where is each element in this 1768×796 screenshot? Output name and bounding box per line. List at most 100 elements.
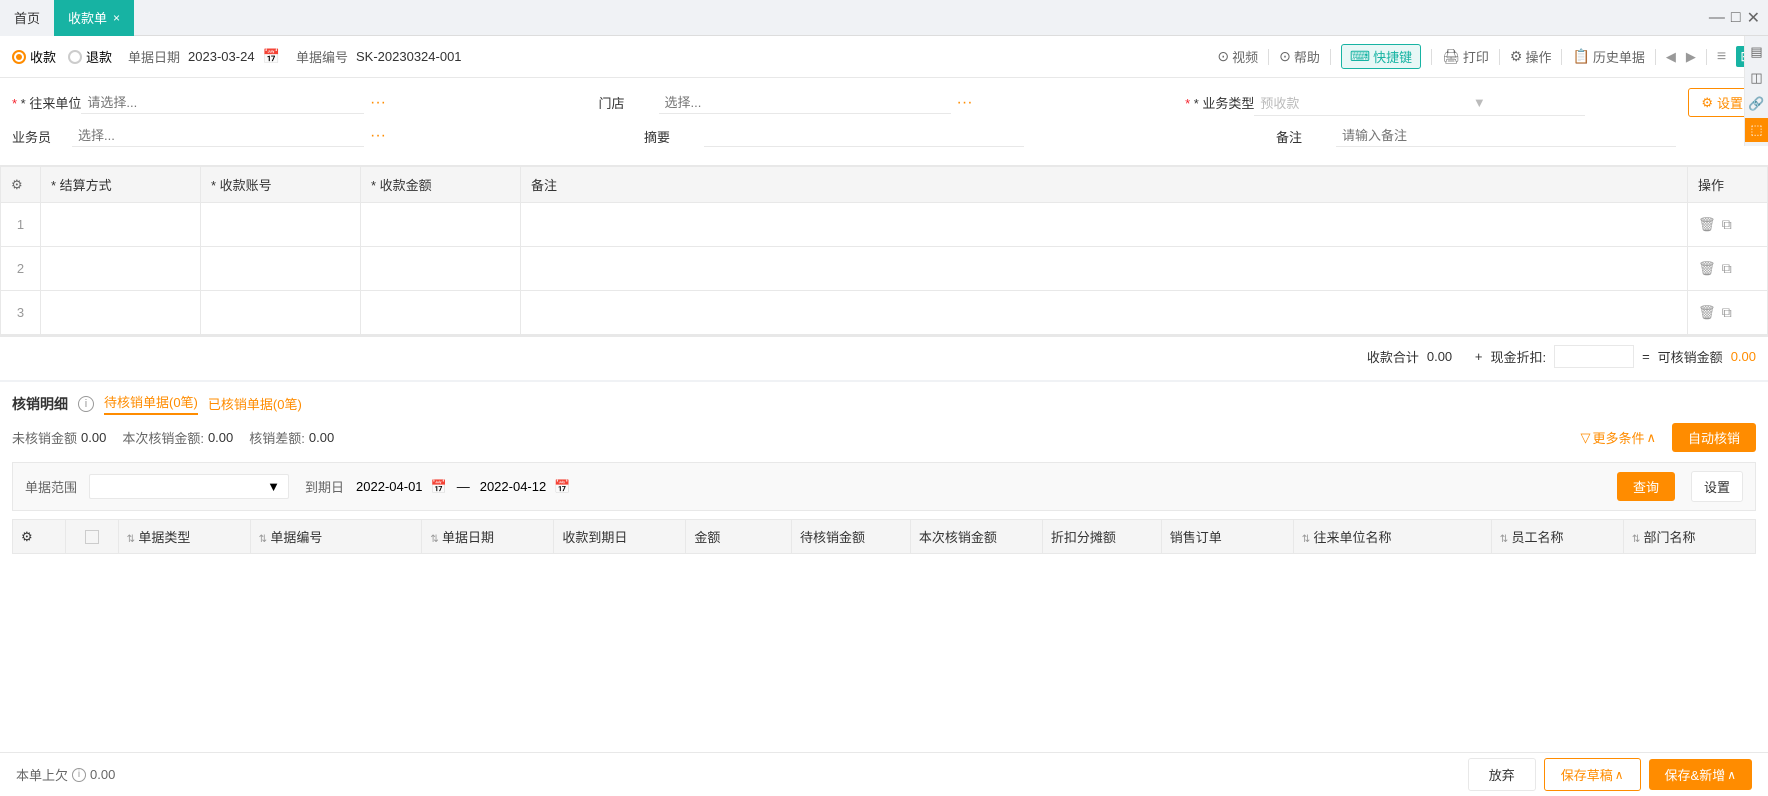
window-controls: — □ ✕ — [1709, 8, 1768, 28]
help-btn[interactable]: ⊙ 帮助 — [1279, 47, 1320, 66]
panel-link-icon[interactable]: 🔗 — [1745, 92, 1768, 116]
btcol-current-label: 本次核销金额 — [919, 530, 997, 545]
auto-writeoff-btn[interactable]: 自动核销 — [1672, 423, 1756, 452]
col-gear[interactable]: ⚙ — [1, 167, 41, 203]
operation-btn[interactable]: ⚙ 操作 — [1510, 47, 1552, 66]
btcol-check — [65, 520, 118, 554]
date-label: 到期日 — [305, 477, 344, 496]
select-all-checkbox[interactable] — [85, 530, 99, 544]
partner-more-icon[interactable]: ··· — [364, 94, 392, 112]
plus-sign: + — [1475, 349, 1483, 364]
sort-date-icon[interactable]: ⇅ — [430, 534, 438, 545]
radio-refund-label: 退款 — [86, 47, 112, 66]
range-select[interactable]: ▼ — [89, 474, 289, 499]
row-1-account[interactable] — [201, 203, 361, 247]
close-icon[interactable]: ✕ — [1747, 8, 1760, 28]
layout-list-icon[interactable]: ≡ — [1717, 48, 1726, 66]
divider3 — [1431, 49, 1432, 65]
bt-gear-icon[interactable]: ⚙ — [21, 529, 33, 544]
sort-partner-icon[interactable]: ⇅ — [1302, 534, 1310, 545]
calendar-icon[interactable]: 📅 — [263, 48, 280, 65]
row-1-copy-icon[interactable]: ⧉ — [1722, 216, 1732, 233]
discount-input[interactable] — [1554, 345, 1634, 368]
radio-receipt[interactable]: 收款 — [12, 47, 56, 66]
maximize-icon[interactable]: □ — [1731, 9, 1741, 27]
minimize-icon[interactable]: — — [1709, 9, 1725, 27]
row-3-notes[interactable] — [521, 291, 1688, 335]
base-label: 本单上欠 — [16, 765, 68, 784]
staff-input[interactable] — [72, 125, 364, 147]
date-filter: 到期日 2022-04-01 📅 — 2022-04-12 📅 — [305, 477, 570, 496]
toolbar: 收款 退款 单据日期 2023-03-24 📅 单据编号 SK-20230324… — [0, 36, 1768, 78]
nav-prev-icon[interactable]: ◀ — [1666, 49, 1676, 65]
form-area: * 往来单位 ··· 门店 ··· * 业务类型 预收款 ▼ — [0, 78, 1768, 166]
row-1-notes[interactable] — [521, 203, 1688, 247]
col-amount-header: * 收款金额 — [361, 167, 521, 203]
partner-input[interactable] — [81, 92, 364, 114]
business-type-label: * 业务类型 — [1185, 93, 1254, 112]
sort-no-icon[interactable]: ⇅ — [259, 534, 267, 545]
tab-home[interactable]: 首页 — [0, 0, 54, 36]
sort-staff-icon[interactable]: ⇅ — [1500, 534, 1508, 545]
row-2-copy-icon[interactable]: ⧉ — [1722, 260, 1732, 277]
more-filter-btn[interactable]: ▽ 更多条件 ∧ — [1580, 428, 1656, 447]
tab-done[interactable]: 已核销单据(0笔) — [208, 394, 302, 413]
history-btn[interactable]: 📋 历史单据 — [1572, 47, 1644, 66]
panel-expand-icon[interactable]: ⬚ — [1745, 118, 1768, 142]
shop-input[interactable] — [659, 92, 951, 114]
operation-icon: ⚙ — [1510, 48, 1523, 65]
row-2-amount[interactable] — [361, 247, 521, 291]
bottom-settings-btn[interactable]: 设置 — [1691, 471, 1743, 502]
row-2-account[interactable] — [201, 247, 361, 291]
footer-info-icon[interactable]: i — [72, 768, 86, 782]
row-3-delete-icon[interactable]: 🗑 — [1698, 304, 1716, 321]
draft-btn[interactable]: 保存草稿 ∧ — [1544, 758, 1641, 791]
sort-dept-icon[interactable]: ⇅ — [1632, 534, 1640, 545]
panel-layout-icon[interactable]: ◫ — [1745, 66, 1768, 90]
divider1 — [1268, 49, 1269, 65]
abandon-btn[interactable]: 放弃 — [1468, 758, 1536, 791]
tab-receipt[interactable]: 收款单 × — [54, 0, 134, 36]
panel-table-icon[interactable]: ▤ — [1745, 40, 1768, 64]
shop-more-icon[interactable]: ··· — [951, 94, 979, 112]
row-3-settle[interactable] — [41, 291, 201, 335]
radio-receipt-dot — [12, 50, 26, 64]
tab-bar: 首页 收款单 × — □ ✕ — [0, 0, 1768, 36]
row-3-amount[interactable] — [361, 291, 521, 335]
business-type-select[interactable]: 预收款 ▼ — [1254, 90, 1585, 116]
row-1-settle[interactable] — [41, 203, 201, 247]
video-btn[interactable]: ⊙ 视频 — [1217, 47, 1258, 66]
radio-refund[interactable]: 退款 — [68, 47, 112, 66]
tab-receipt-close[interactable]: × — [113, 11, 120, 25]
row-1-delete-icon[interactable]: 🗑 — [1698, 216, 1716, 233]
form-row-2: 业务员 ··· 摘要 备注 — [12, 125, 1756, 147]
gear-icon[interactable]: ⚙ — [11, 177, 23, 192]
row-1-amount[interactable] — [361, 203, 521, 247]
row-3-account[interactable] — [201, 291, 361, 335]
save-new-btn[interactable]: 保存&新增 ∧ — [1649, 759, 1752, 790]
filter-icon: ▽ — [1580, 430, 1590, 446]
btcol-staff: ⇅ 员工名称 — [1491, 520, 1623, 554]
staff-more-icon[interactable]: ··· — [364, 127, 392, 145]
writeoff-info-icon[interactable]: i — [78, 396, 94, 412]
shortcut-btn[interactable]: ⌨ 快捷键 — [1341, 44, 1421, 69]
query-btn[interactable]: 查询 — [1617, 472, 1675, 501]
summary-input[interactable] — [704, 125, 1024, 147]
row-2-settle[interactable] — [41, 247, 201, 291]
summary-field: 摘要 — [644, 125, 1024, 147]
divider4 — [1499, 49, 1500, 65]
form-row-1: * 往来单位 ··· 门店 ··· * 业务类型 预收款 ▼ — [12, 88, 1756, 117]
tab-pending[interactable]: 待核销单据(0笔) — [104, 392, 198, 415]
nav-next-icon[interactable]: ▶ — [1686, 49, 1696, 65]
row-2-notes[interactable] — [521, 247, 1688, 291]
partner-label: * 往来单位 — [12, 93, 81, 112]
row-3-copy-icon[interactable]: ⧉ — [1722, 304, 1732, 321]
date-start-calendar-icon[interactable]: 📅 — [431, 479, 447, 495]
print-btn[interactable]: 🖨 打印 — [1442, 47, 1489, 66]
btcol-gear[interactable]: ⚙ — [13, 520, 66, 554]
notes-input[interactable] — [1336, 125, 1676, 147]
date-end-calendar-icon[interactable]: 📅 — [554, 479, 570, 495]
sort-type-icon[interactable]: ⇅ — [127, 534, 135, 545]
row-2-delete-icon[interactable]: 🗑 — [1698, 260, 1716, 277]
btcol-sales: 销售订单 — [1161, 520, 1293, 554]
